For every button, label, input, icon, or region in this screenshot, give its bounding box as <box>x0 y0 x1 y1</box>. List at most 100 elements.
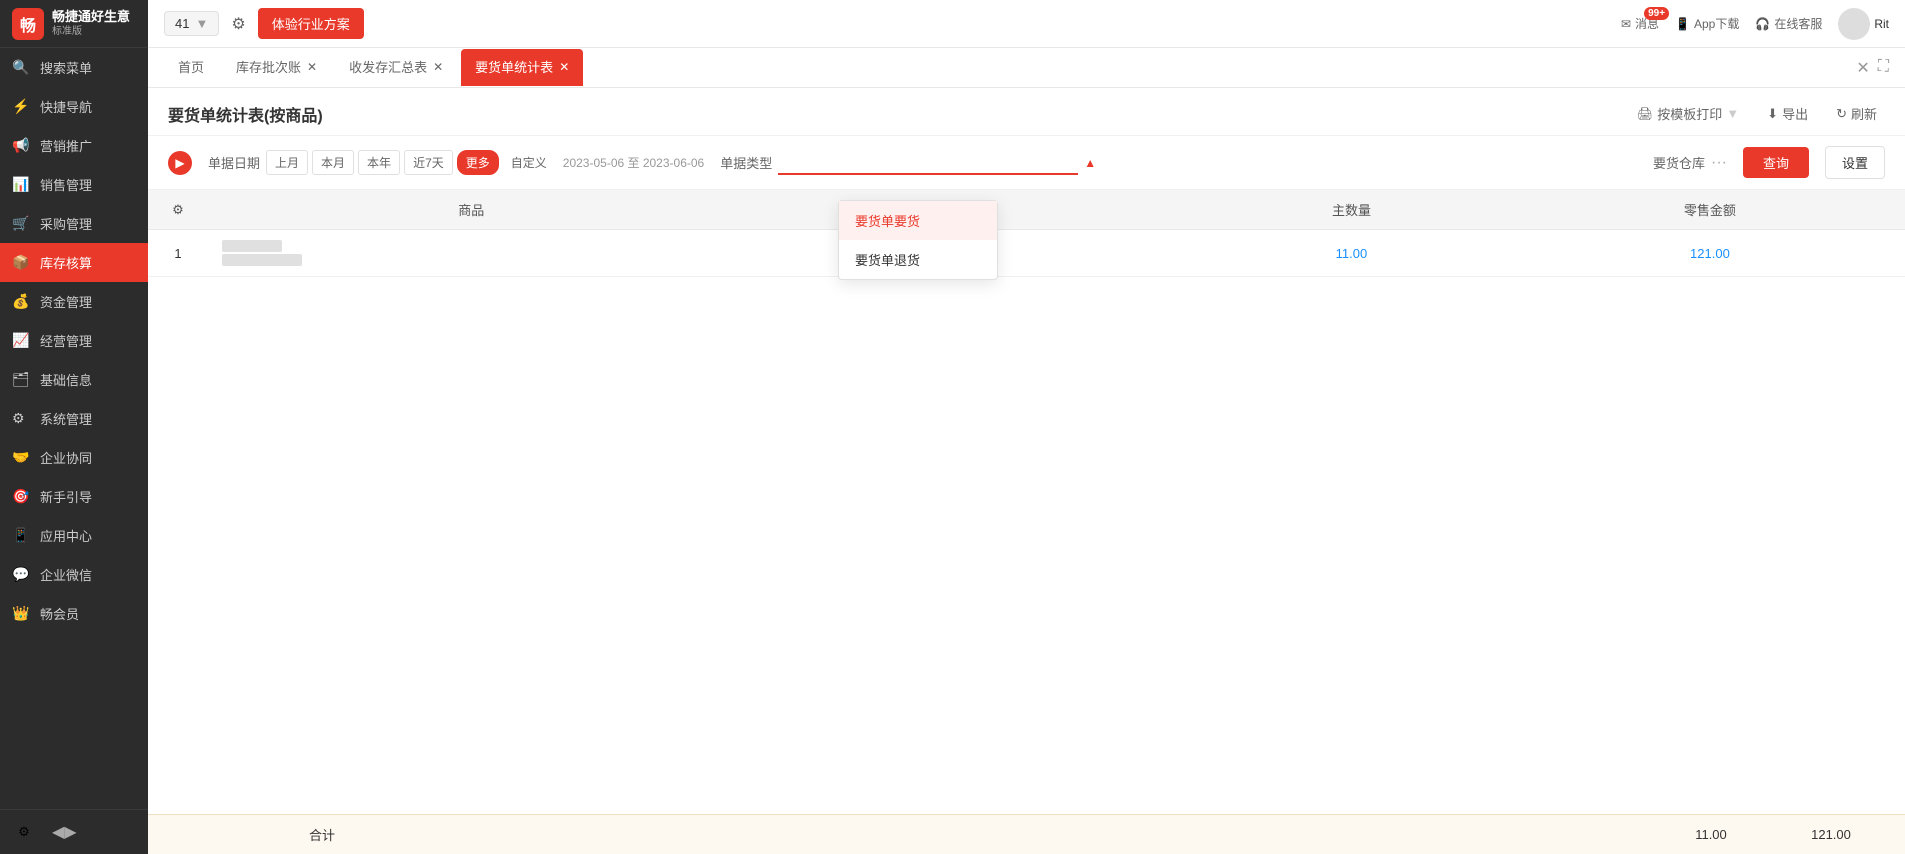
sidebar-toggle-btn[interactable]: ◀▶ <box>52 822 77 842</box>
col-product: 商品 <box>208 190 735 230</box>
sidebar-label-guide: 新手引导 <box>40 487 92 506</box>
purchase-icon: 🛒 <box>12 215 32 232</box>
sidebar-item-quick[interactable]: ⚡ 快捷导航 <box>0 87 148 126</box>
product-code-placeholder <box>222 254 302 266</box>
trial-btn[interactable]: 体验行业方案 <box>258 8 364 39</box>
user-avatar-btn[interactable]: Rit <box>1838 8 1889 40</box>
sidebar-label-quick: 快捷导航 <box>40 97 92 116</box>
settings-bottom-btn[interactable]: ⚙ <box>12 820 36 844</box>
tab-expand-icon[interactable]: ⛶ <box>1878 58 1889 78</box>
sidebar-item-marketing[interactable]: 📢 营销推广 <box>0 126 148 165</box>
tab-home[interactable]: 首页 <box>164 49 218 86</box>
inventory-icon: 📦 <box>12 254 32 271</box>
sidebar-label-wechat: 企业微信 <box>40 565 92 584</box>
sidebar-item-apps[interactable]: 📱 应用中心 <box>0 516 148 555</box>
operations-icon: 📈 <box>12 332 32 349</box>
refresh-btn[interactable]: ↻ 刷新 <box>1828 100 1885 127</box>
sidebar-item-basic[interactable]: 🗂 基础信息 <box>0 360 148 399</box>
sidebar-item-search[interactable]: 🔍 搜索菜单 <box>0 48 148 87</box>
tab-goods-stat-close[interactable]: ✕ <box>559 60 569 74</box>
sidebar-bottom: ⚙ ◀▶ <box>0 809 148 854</box>
tab-batch-close[interactable]: ✕ <box>307 60 317 74</box>
type-select-up-icon[interactable]: ▲ <box>1084 156 1096 170</box>
apps-icon: 📱 <box>12 527 32 544</box>
tab-batch[interactable]: 库存批次账 ✕ <box>222 49 331 86</box>
sidebar-item-sales[interactable]: 📊 销售管理 <box>0 165 148 204</box>
sidebar-item-enterprise[interactable]: 🤝 企业协同 <box>0 438 148 477</box>
tab-goods-stat[interactable]: 要货单统计表 ✕ <box>461 49 583 86</box>
print-btn[interactable]: 🖨 按模板打印 ▼ <box>1629 100 1747 127</box>
col-quantity: 主数量 <box>1188 190 1515 230</box>
print-dropdown-icon: ▼ <box>1726 106 1739 121</box>
sidebar-item-member[interactable]: 👑 畅会员 <box>0 594 148 633</box>
settings-btn[interactable]: 设置 <box>1825 146 1885 179</box>
app-download-btn[interactable]: 📱 App下载 <box>1675 15 1739 32</box>
refresh-icon: ↻ <box>1836 106 1847 122</box>
date-btn-7days[interactable]: 近7天 <box>404 150 453 175</box>
tab-summary[interactable]: 收发存汇总表 ✕ <box>335 49 457 86</box>
sidebar-item-purchase[interactable]: 🛒 采购管理 <box>0 204 148 243</box>
sidebar-item-wechat[interactable]: 💬 企业微信 <box>0 555 148 594</box>
date-btn-more[interactable]: 更多 <box>457 150 499 175</box>
table-wrapper: ⚙ 商品 主计量单位 主数量 零售金额 <box>148 190 1905 814</box>
table-header-row: ⚙ 商品 主计量单位 主数量 零售金额 <box>148 190 1905 230</box>
dropdown-item-return[interactable]: 要货单退货 <box>839 240 997 279</box>
download-icon: 📱 <box>1675 17 1690 31</box>
col-settings[interactable]: ⚙ <box>148 190 208 230</box>
type-filter-group: 单据类型 ▲ <box>720 150 1637 175</box>
store-selector[interactable]: 41 ▼ <box>164 11 219 36</box>
page-title: 要货单统计表(按商品) <box>168 102 323 126</box>
date-btn-this-year[interactable]: 本年 <box>358 150 400 175</box>
online-service-btn[interactable]: 🎧 在线客服 <box>1755 15 1822 32</box>
sidebar-item-inventory[interactable]: 📦 库存核算 <box>0 243 148 282</box>
date-buttons: 上月 本月 本年 近7天 更多 <box>266 150 499 175</box>
search-icon: 🔍 <box>12 59 32 76</box>
tab-summary-close[interactable]: ✕ <box>433 60 443 74</box>
filter-expand-btn[interactable]: ▶ <box>168 151 192 175</box>
sidebar-label-purchase: 采购管理 <box>40 214 92 233</box>
date-filter-group: 单据日期 上月 本月 本年 近7天 更多 自定义 2023-05-06 至 20… <box>208 150 704 175</box>
column-settings-icon[interactable]: ⚙ <box>172 202 184 217</box>
dropdown-item-requisition[interactable]: 要货单要货 <box>839 201 997 240</box>
sidebar-item-guide[interactable]: 🎯 新手引导 <box>0 477 148 516</box>
sidebar-item-operations[interactable]: 📈 经营管理 <box>0 321 148 360</box>
messages-badge: 99+ <box>1644 7 1669 20</box>
cell-quantity[interactable]: 11.00 <box>1188 230 1515 277</box>
sidebar-label-system: 系统管理 <box>40 409 92 428</box>
warehouse-more-icon[interactable]: ··· <box>1711 154 1727 172</box>
finance-icon: 💰 <box>12 293 32 310</box>
service-icon: 🎧 <box>1755 17 1770 31</box>
page-header: 要货单统计表(按商品) 🖨 按模板打印 ▼ ⬇ 导出 ↻ 刷新 <box>148 88 1905 136</box>
date-btn-last-month[interactable]: 上月 <box>266 150 308 175</box>
warehouse-filter-group: 要货仓库 ··· <box>1653 153 1727 172</box>
sidebar-label-finance: 资金管理 <box>40 292 92 311</box>
sales-icon: 📊 <box>12 176 32 193</box>
type-select[interactable] <box>778 150 1078 175</box>
cell-index: 1 <box>148 230 208 277</box>
sidebar-label-operations: 经营管理 <box>40 331 92 350</box>
type-dropdown: 要货单要货 要货单退货 <box>838 200 998 280</box>
tab-summary-label: 收发存汇总表 <box>349 57 427 76</box>
table-body: 1 块 11.00 121.00 <box>148 230 1905 277</box>
date-label: 单据日期 <box>208 153 260 172</box>
date-btn-this-month[interactable]: 本月 <box>312 150 354 175</box>
sidebar-label-apps: 应用中心 <box>40 526 92 545</box>
tab-close-all-icon[interactable]: ✕ <box>1856 58 1869 78</box>
date-custom-btn[interactable]: 自定义 <box>505 151 553 174</box>
sidebar-item-system[interactable]: ⚙ 系统管理 <box>0 399 148 438</box>
sidebar-label-basic: 基础信息 <box>40 370 92 389</box>
footer-quantity: 11.00 <box>1651 827 1771 842</box>
guide-icon: 🎯 <box>12 488 32 505</box>
export-btn[interactable]: ⬇ 导出 <box>1759 100 1816 127</box>
data-table: ⚙ 商品 主计量单位 主数量 零售金额 <box>148 190 1905 277</box>
messages-btn[interactable]: ✉ 消息 99+ <box>1621 15 1659 32</box>
col-amount: 零售金额 <box>1515 190 1905 230</box>
query-btn[interactable]: 查询 <box>1743 147 1809 178</box>
print-icon: 🖨 <box>1637 106 1654 122</box>
topbar: 41 ▼ ⚙ 体验行业方案 ✉ 消息 99+ 📱 App下载 🎧 在线客服 R <box>148 0 1905 48</box>
topbar-settings-icon[interactable]: ⚙ <box>231 14 245 34</box>
sidebar-label-enterprise: 企业协同 <box>40 448 92 467</box>
sidebar-item-finance[interactable]: 💰 资金管理 <box>0 282 148 321</box>
cell-amount[interactable]: 121.00 <box>1515 230 1905 277</box>
product-cell <box>222 240 721 266</box>
